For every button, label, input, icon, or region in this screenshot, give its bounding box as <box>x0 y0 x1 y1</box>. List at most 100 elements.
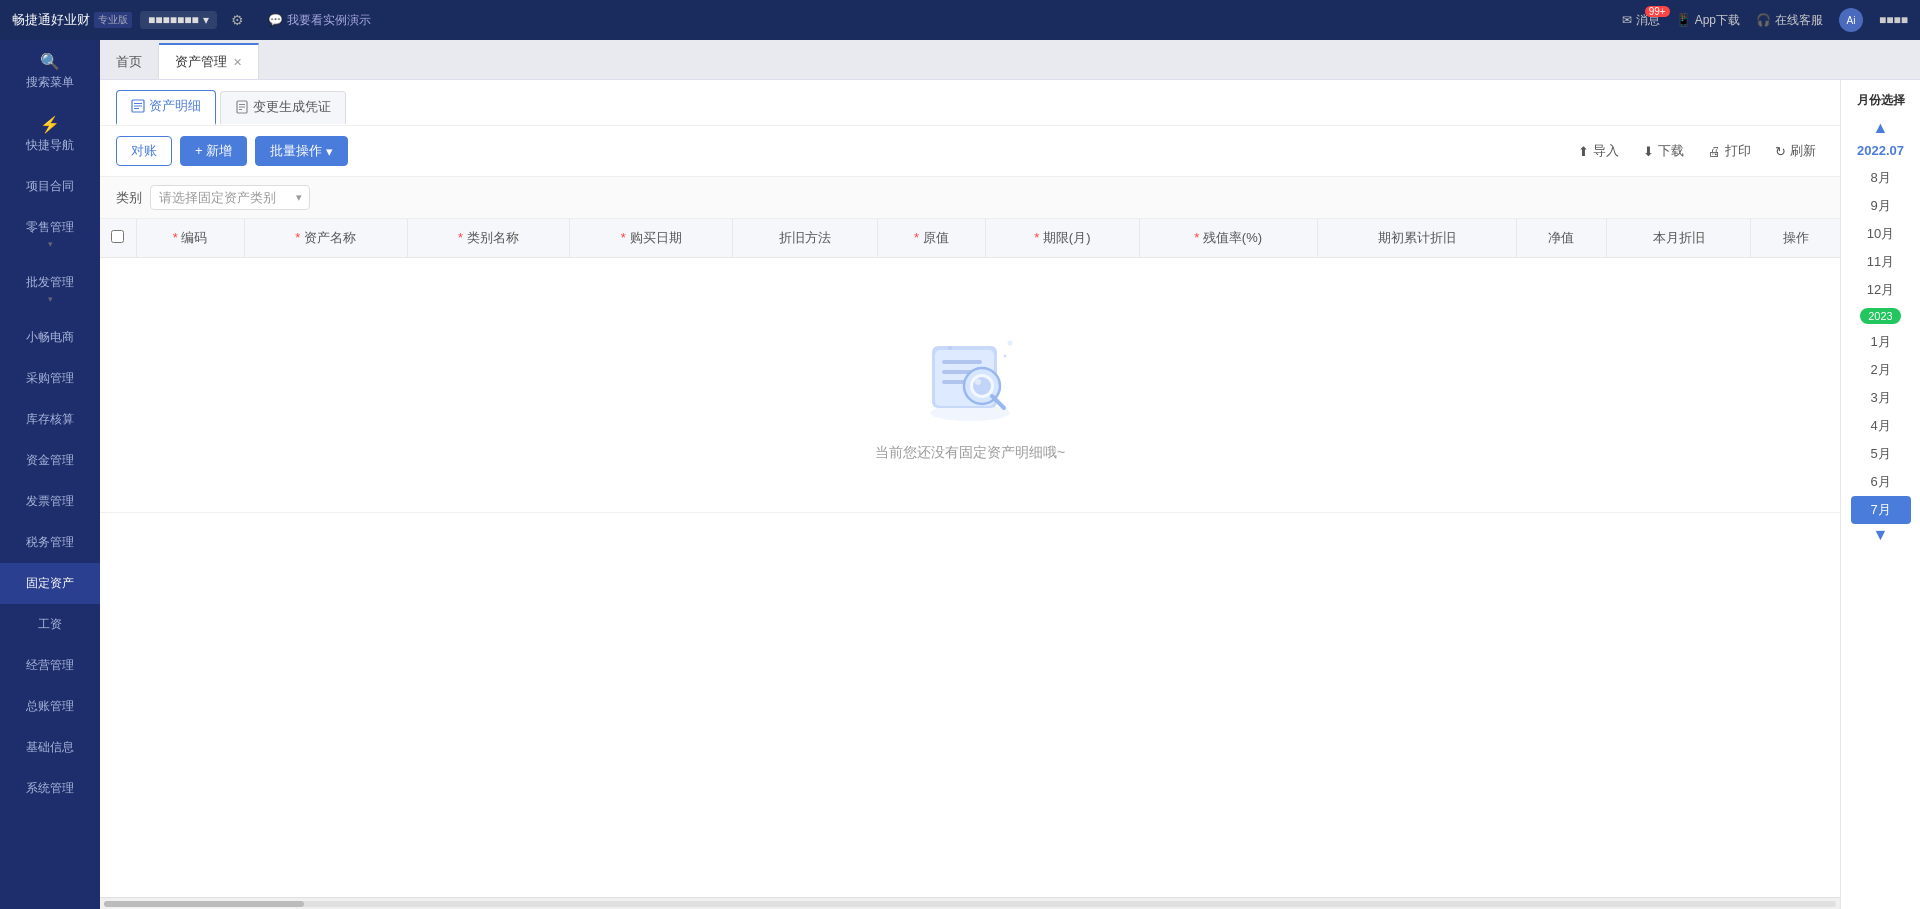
sub-tab-asset-detail[interactable]: 资产明细 <box>116 90 216 125</box>
print-icon: 🖨 <box>1708 144 1721 159</box>
app-icon: 📱 <box>1676 13 1691 27</box>
download-icon: ⬇ <box>1643 144 1654 159</box>
sidebar-item-label: 系统管理 <box>8 780 92 797</box>
month-item-2023-2[interactable]: 2月 <box>1851 356 1911 384</box>
sidebar-item-label: 批发管理 <box>8 274 92 291</box>
th-monthly-depreciation: 本月折旧 <box>1606 219 1751 258</box>
empty-row: 当前您还没有固定资产明细哦~ <box>100 258 1840 513</box>
brand: 畅捷通好业财 专业版 <box>12 11 132 29</box>
empty-illustration <box>910 328 1030 428</box>
month-item-9[interactable]: 9月 <box>1851 192 1911 220</box>
sidebar-item-invoice[interactable]: 发票管理 <box>0 481 100 522</box>
sidebar-item-label: 发票管理 <box>8 493 92 510</box>
refresh-label: 刷新 <box>1790 142 1816 160</box>
sidebar-item-ecommerce[interactable]: 小畅电商 <box>0 317 100 358</box>
month-item-2023-6[interactable]: 6月 <box>1851 468 1911 496</box>
tab-home[interactable]: 首页 <box>100 45 159 79</box>
filter-row: 类别 请选择固定资产类别 ▾ <box>100 177 1840 219</box>
download-button[interactable]: ⬇ 下载 <box>1635 137 1692 165</box>
sidebar-item-fixed-assets[interactable]: 固定资产 <box>0 563 100 604</box>
month-item-2023-4[interactable]: 4月 <box>1851 412 1911 440</box>
sidebar-item-ledger[interactable]: 总账管理 <box>0 686 100 727</box>
reconcile-label: 对账 <box>131 142 157 160</box>
month-item-11[interactable]: 11月 <box>1851 248 1911 276</box>
sidebar-quick-nav[interactable]: ⚡ 快捷导航 <box>0 103 100 166</box>
sidebar-quick-nav-label: 快捷导航 <box>8 137 92 154</box>
sidebar-item-wholesale[interactable]: 批发管理 ▾ <box>0 262 100 317</box>
sub-tab-change-voucher-label: 变更生成凭证 <box>253 98 331 116</box>
sidebar-item-label: 经营管理 <box>8 657 92 674</box>
sidebar-search[interactable]: 🔍 搜索菜单 <box>0 40 100 103</box>
th-residual-rate: 残值率(%) <box>1139 219 1317 258</box>
add-button[interactable]: + 新增 <box>180 136 247 166</box>
month-panel-title: 月份选择 <box>1857 88 1905 117</box>
sidebar-item-finance[interactable]: 资金管理 <box>0 440 100 481</box>
refresh-icon: ↻ <box>1775 144 1786 159</box>
svg-rect-11 <box>942 360 982 364</box>
sidebar-item-project[interactable]: 项目合同 <box>0 166 100 207</box>
print-button[interactable]: 🖨 打印 <box>1700 137 1759 165</box>
sidebar-item-payroll[interactable]: 工资 <box>0 604 100 645</box>
sidebar-item-tax[interactable]: 税务管理 <box>0 522 100 563</box>
reconcile-button[interactable]: 对账 <box>116 136 172 166</box>
demo-link[interactable]: 💬 我要看实例演示 <box>268 12 371 29</box>
sidebar-item-label: 资金管理 <box>8 452 92 469</box>
category-filter-select[interactable]: 请选择固定资产类别 <box>150 185 310 210</box>
download-label: 下载 <box>1658 142 1684 160</box>
top-bar-right: ✉ 消息 99+ 📱 App下载 🎧 在线客服 Ai ■■■■ <box>1622 8 1908 32</box>
message-button[interactable]: ✉ 消息 99+ <box>1622 12 1660 29</box>
sidebar-search-label: 搜索菜单 <box>8 74 92 91</box>
horizontal-scrollbar[interactable] <box>100 897 1840 909</box>
svg-point-21 <box>1008 341 1013 346</box>
th-name: 资产名称 <box>244 219 407 258</box>
empty-text: 当前您还没有固定资产明细哦~ <box>875 444 1065 462</box>
sub-tab-change-voucher[interactable]: 变更生成凭证 <box>220 91 346 124</box>
month-item-2023-5[interactable]: 5月 <box>1851 440 1911 468</box>
month-item-12[interactable]: 12月 <box>1851 276 1911 304</box>
month-item-2023-1[interactable]: 1月 <box>1851 328 1911 356</box>
month-item-2023-3[interactable]: 3月 <box>1851 384 1911 412</box>
headset-icon: 🎧 <box>1756 13 1771 27</box>
sidebar-item-basics[interactable]: 基础信息 <box>0 727 100 768</box>
th-purchase-date: 购买日期 <box>570 219 733 258</box>
svg-point-19 <box>948 346 952 350</box>
avatar[interactable]: Ai <box>1839 8 1863 32</box>
select-all-checkbox[interactable] <box>111 230 124 243</box>
assets-table: 编码 资产名称 类别名称 购买日期 折旧方法 原值 期限(月) 残值率(%) 期… <box>100 219 1840 513</box>
sidebar-item-purchase[interactable]: 采购管理 <box>0 358 100 399</box>
sidebar-item-inventory[interactable]: 库存核算 <box>0 399 100 440</box>
month-nav-down[interactable]: ▼ <box>1873 524 1889 546</box>
batch-arrow-icon: ▾ <box>326 144 333 159</box>
month-panel-toggle[interactable]: ◁ <box>1840 80 1841 140</box>
sidebar-item-label: 税务管理 <box>8 534 92 551</box>
online-service-button[interactable]: 🎧 在线客服 <box>1756 12 1823 29</box>
tab-close-icon[interactable]: ✕ <box>233 56 242 69</box>
scrollbar-thumb[interactable] <box>104 901 304 907</box>
tab-bar: 首页 资产管理 ✕ <box>100 40 1920 80</box>
import-button[interactable]: ⬆ 导入 <box>1570 137 1627 165</box>
tab-asset-mgmt[interactable]: 资产管理 ✕ <box>159 43 259 79</box>
company-selector[interactable]: ■■■■■■■ ▾ <box>140 11 217 29</box>
sidebar-item-operations[interactable]: 经营管理 <box>0 645 100 686</box>
month-item-8[interactable]: 8月 <box>1851 164 1911 192</box>
app-download-button[interactable]: 📱 App下载 <box>1676 12 1740 29</box>
month-item-10[interactable]: 10月 <box>1851 220 1911 248</box>
toolbar: 对账 + 新增 批量操作 ▾ ⬆ 导入 ⬇ <box>100 126 1840 177</box>
refresh-button[interactable]: ↻ 刷新 <box>1767 137 1824 165</box>
tab-home-label: 首页 <box>116 53 142 71</box>
table-header-row: 编码 资产名称 类别名称 购买日期 折旧方法 原值 期限(月) 残值率(%) 期… <box>100 219 1840 258</box>
sidebar-item-label: 零售管理 <box>8 219 92 236</box>
app-download-label: App下载 <box>1695 12 1740 29</box>
sidebar-item-system[interactable]: 系统管理 <box>0 768 100 809</box>
year-2023-badge: 2023 <box>1860 308 1900 324</box>
sidebar-item-retail[interactable]: 零售管理 ▾ <box>0 207 100 262</box>
month-item-2023-7[interactable]: 7月 <box>1851 496 1911 524</box>
message-badge: 99+ <box>1645 6 1670 17</box>
sidebar-item-label: 项目合同 <box>8 178 92 195</box>
username: ■■■■ <box>1879 13 1908 27</box>
batch-button[interactable]: 批量操作 ▾ <box>255 136 348 166</box>
settings-icon[interactable]: ⚙ <box>231 12 244 28</box>
th-original-value: 原值 <box>877 219 985 258</box>
category-filter-wrap: 请选择固定资产类别 ▾ <box>150 185 310 210</box>
month-nav-up[interactable]: ▲ <box>1873 117 1889 139</box>
